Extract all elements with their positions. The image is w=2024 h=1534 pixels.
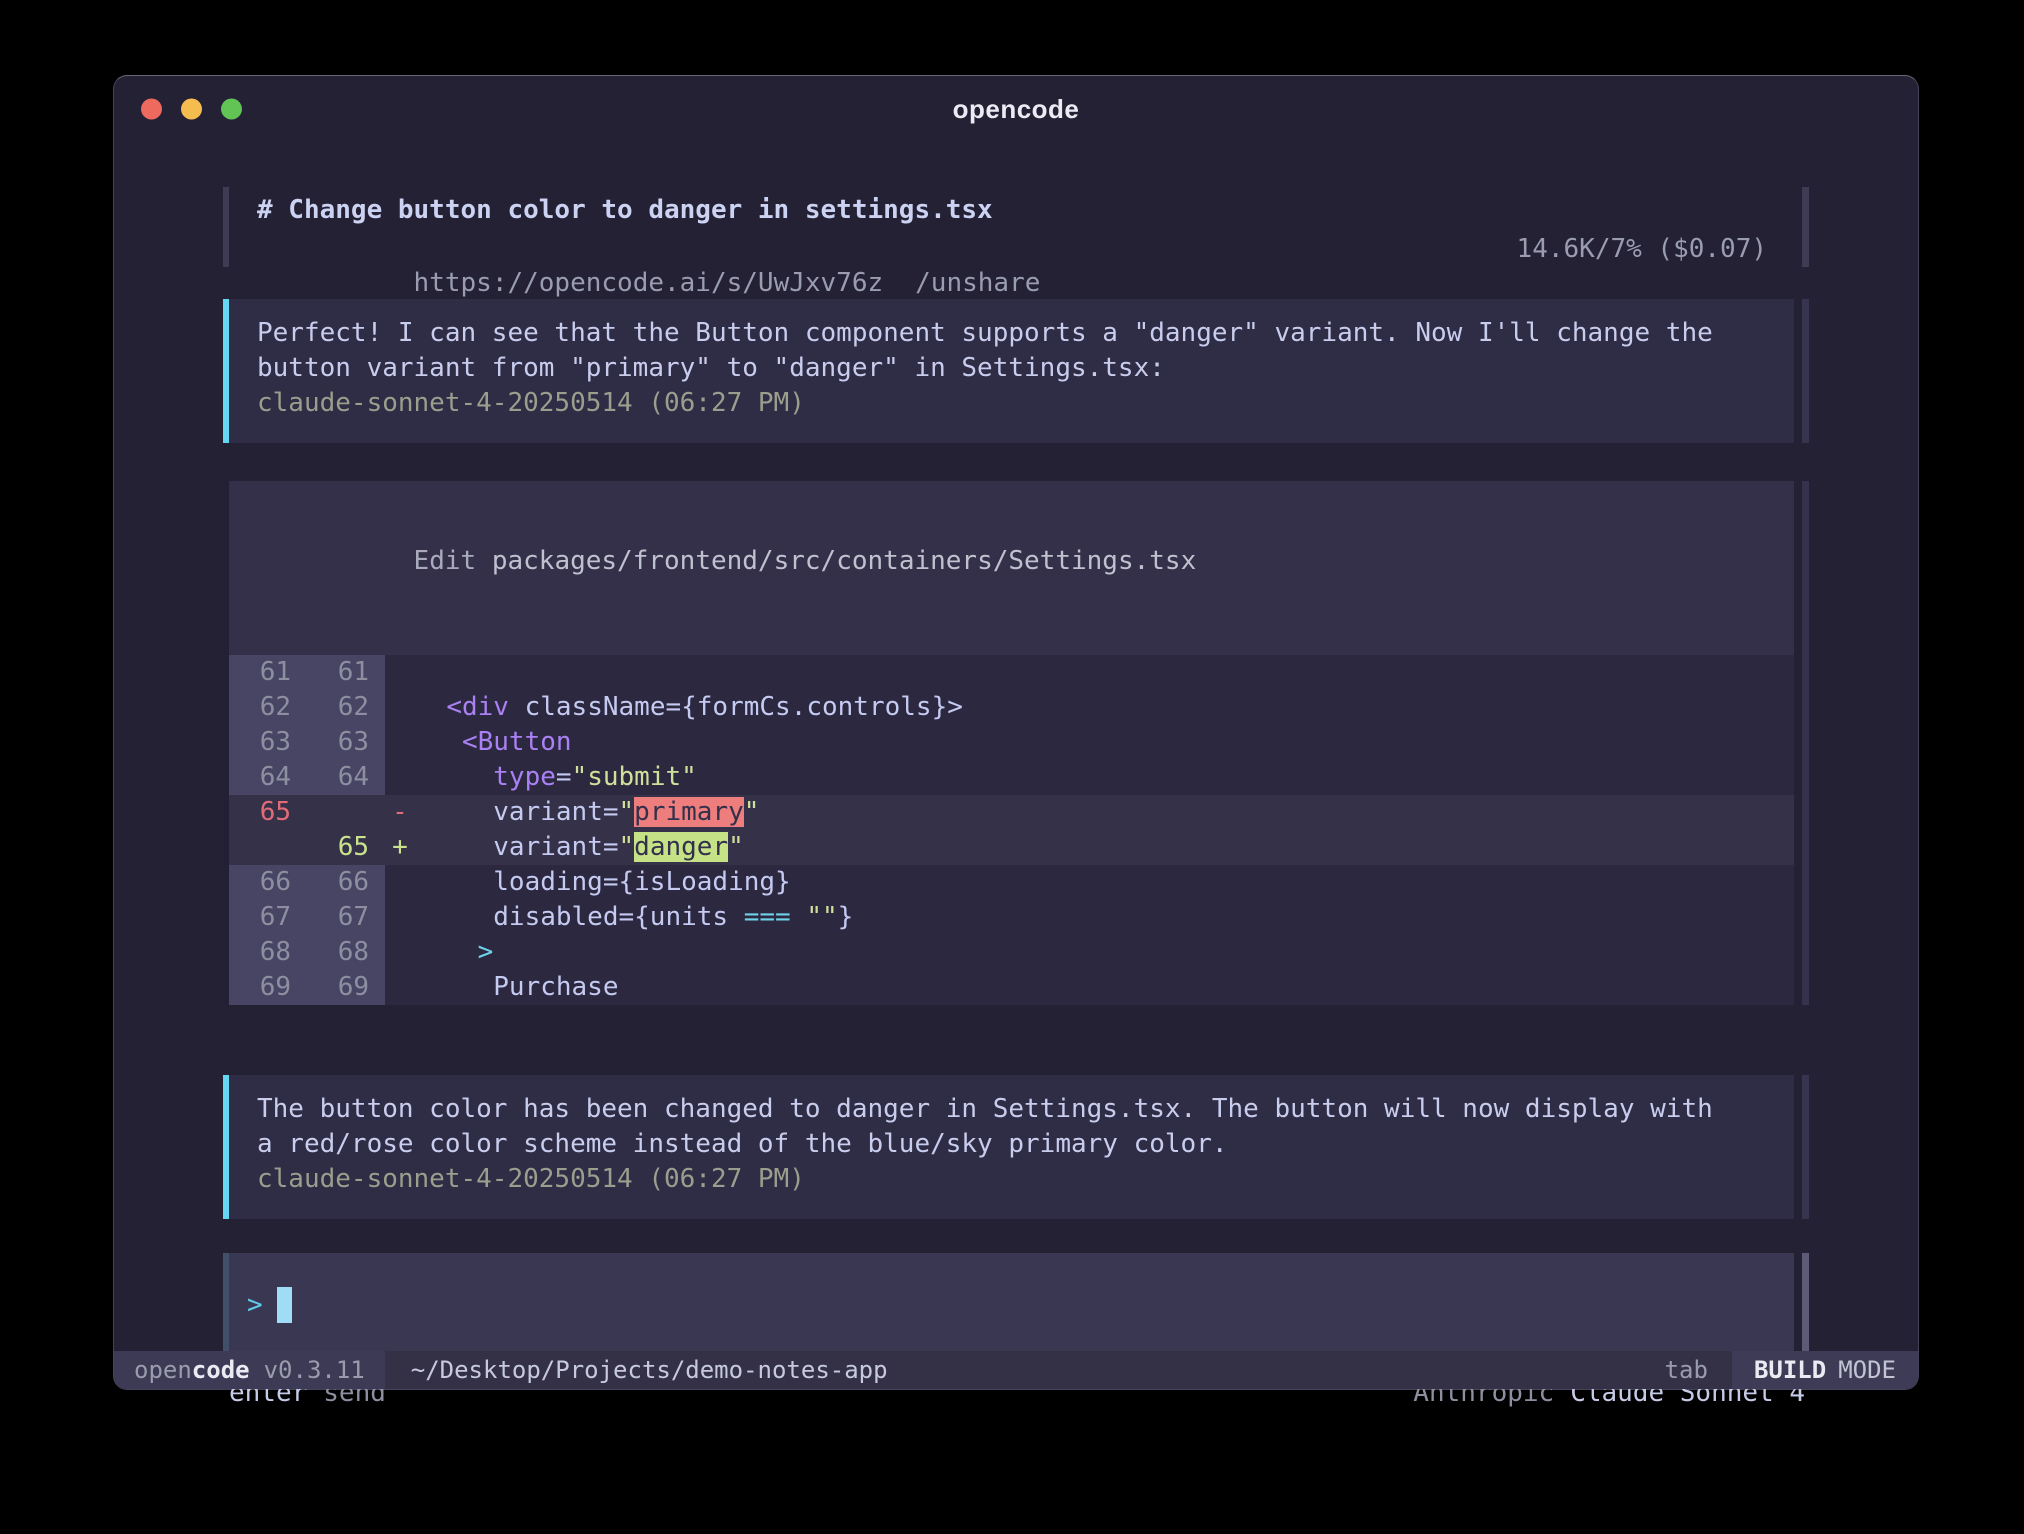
tab-key-hint: tab — [1641, 1356, 1732, 1384]
diff-marker — [385, 655, 415, 690]
token-usage: 14.6K/7% ($0.07) — [1517, 231, 1767, 267]
message-text-line: a red/rose color scheme instead of the b… — [257, 1127, 1764, 1162]
removed-value-highlight: primary — [634, 797, 744, 827]
old-line-number — [229, 830, 307, 865]
old-line-number: 64 — [229, 760, 307, 795]
close-button[interactable] — [141, 99, 162, 120]
diff-code: variant="danger" — [415, 830, 744, 865]
session-header-left: # Change button color to danger in setti… — [257, 191, 1040, 267]
message-model-timestamp: claude-sonnet-4-20250514 (06:27 PM) — [257, 1162, 1764, 1197]
block-right-border — [1802, 481, 1809, 1005]
brand-open: open — [134, 1356, 192, 1384]
old-line-number: 66 — [229, 865, 307, 900]
edit-file-path: packages/frontend/src/containers/Setting… — [492, 546, 1196, 576]
diff-code: <div className={formCs.controls}> — [415, 690, 963, 725]
message-text-line: The button color has been changed to dan… — [257, 1092, 1764, 1127]
zoom-button[interactable] — [221, 99, 242, 120]
diff-row: 6262 <div className={formCs.controls}> — [229, 690, 1794, 725]
old-line-number: 67 — [229, 900, 307, 935]
minimize-button[interactable] — [181, 99, 202, 120]
new-line-number: 68 — [307, 935, 385, 970]
diff-row-removed: 65 - variant="primary" — [229, 795, 1794, 830]
new-line-number: 67 — [307, 900, 385, 935]
diff-code: type="submit" — [415, 760, 697, 795]
block-right-border — [1802, 299, 1809, 443]
new-line-number: 65 — [307, 830, 385, 865]
old-line-number: 65 — [229, 795, 307, 830]
mode-primary: BUILD — [1754, 1356, 1826, 1384]
old-line-number: 69 — [229, 970, 307, 1005]
diff-marker — [385, 725, 415, 760]
edit-tool-block: Edit packages/frontend/src/containers/Se… — [223, 481, 1809, 1005]
working-directory: ~/Desktop/Projects/demo-notes-app — [411, 1356, 888, 1384]
block-right-border — [1802, 1253, 1809, 1360]
new-line-number: 69 — [307, 970, 385, 1005]
status-bar: opencode v0.3.11 ~/Desktop/Projects/demo-… — [114, 1351, 1918, 1389]
diff-marker — [385, 865, 415, 900]
old-line-number: 68 — [229, 935, 307, 970]
diff-row: 6969 Purchase — [229, 970, 1794, 1005]
app-version: v0.3.11 — [264, 1356, 365, 1384]
diff-marker-added: + — [385, 830, 415, 865]
window-titlebar: opencode — [114, 76, 1918, 142]
added-value-highlight: danger — [634, 832, 728, 862]
diff-row: 6767 disabled={units === ""} — [229, 900, 1794, 935]
diff-code: disabled={units === ""} — [415, 900, 853, 935]
session-header: # Change button color to danger in setti… — [223, 187, 1809, 267]
traffic-lights — [141, 99, 242, 120]
new-line-number: 63 — [307, 725, 385, 760]
diff-row: 6868 > — [229, 935, 1794, 970]
diff-row: 6363 <Button — [229, 725, 1794, 760]
opencode-window: opencode # Change button color to danger… — [113, 75, 1919, 1390]
assistant-message-1: Perfect! I can see that the Button compo… — [223, 299, 1809, 443]
old-line-number: 61 — [229, 655, 307, 690]
new-line-number: 66 — [307, 865, 385, 900]
window-title: opencode — [953, 94, 1080, 125]
new-line-number: 61 — [307, 655, 385, 690]
assistant-message-2-body: The button color has been changed to dan… — [223, 1075, 1794, 1219]
diff-view: 6161 6262 <div className={formCs.control… — [229, 655, 1794, 1005]
assistant-message-2: The button color has been changed to dan… — [223, 1075, 1809, 1219]
edit-tool-body: Edit packages/frontend/src/containers/Se… — [223, 481, 1794, 1005]
new-line-number: 62 — [307, 690, 385, 725]
prompt-caret-symbol: > — [247, 1290, 263, 1320]
block-right-border — [1802, 1075, 1809, 1219]
edit-tool-header: Edit packages/frontend/src/containers/Se… — [229, 507, 1794, 615]
diff-marker — [385, 970, 415, 1005]
mode-indicator: BUILD MODE — [1732, 1351, 1918, 1389]
new-line-number: 64 — [307, 760, 385, 795]
diff-row-added: 65+ variant="danger" — [229, 830, 1794, 865]
diff-marker — [385, 900, 415, 935]
diff-marker — [385, 760, 415, 795]
diff-code: variant="primary" — [415, 795, 759, 830]
app-version-segment: opencode v0.3.11 — [114, 1351, 385, 1389]
diff-code: <Button — [415, 725, 572, 760]
diff-row: 6464 type="submit" — [229, 760, 1794, 795]
mode-secondary: MODE — [1838, 1356, 1896, 1384]
diff-code: > — [415, 935, 493, 970]
prompt-input-body[interactable]: > — [223, 1253, 1794, 1360]
diff-row: 6666 loading={isLoading} — [229, 865, 1794, 900]
diff-row: 6161 — [229, 655, 1794, 690]
assistant-message-1-body: Perfect! I can see that the Button compo… — [223, 299, 1794, 443]
diff-marker-removed: - — [385, 795, 415, 830]
prompt-input[interactable]: > — [223, 1253, 1809, 1360]
brand-code: code — [192, 1356, 250, 1384]
new-line-number — [307, 795, 385, 830]
diff-code: Purchase — [415, 970, 619, 1005]
edit-tool-label: Edit — [414, 546, 492, 576]
share-url-link[interactable]: https://opencode.ai/s/UwJxv76z — [414, 268, 884, 298]
unshare-command[interactable]: /unshare — [915, 268, 1040, 298]
diff-marker — [385, 935, 415, 970]
old-line-number: 63 — [229, 725, 307, 760]
text-cursor — [277, 1287, 292, 1323]
message-text-line: button variant from "primary" to "danger… — [257, 351, 1764, 386]
old-line-number: 62 — [229, 690, 307, 725]
session-content: # Change button color to danger in setti… — [114, 187, 1918, 1408]
diff-code: loading={isLoading} — [415, 865, 791, 900]
session-title: # Change button color to danger in setti… — [257, 191, 1040, 229]
diff-marker — [385, 690, 415, 725]
message-model-timestamp: claude-sonnet-4-20250514 (06:27 PM) — [257, 386, 1764, 421]
message-text-line: Perfect! I can see that the Button compo… — [257, 316, 1764, 351]
